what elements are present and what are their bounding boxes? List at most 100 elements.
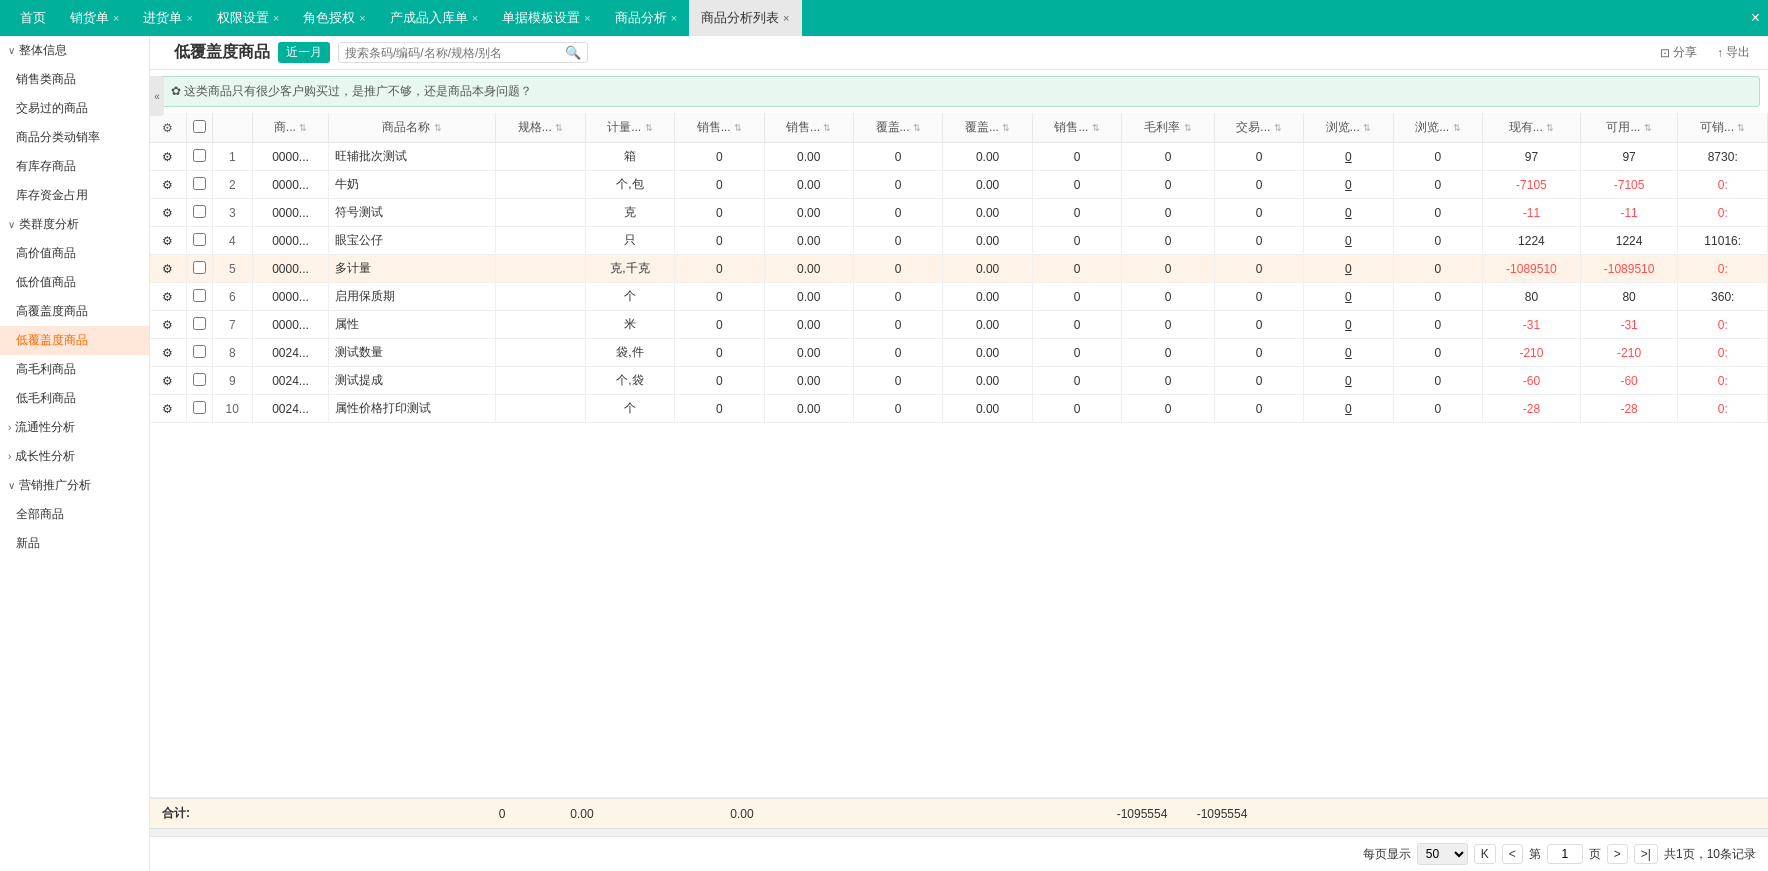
sidebar-item-traded-goods[interactable]: 交易过的商品 [0, 94, 149, 123]
row-checkbox[interactable] [193, 233, 206, 246]
horizontal-scrollbar[interactable] [150, 828, 1768, 836]
nav-item-template[interactable]: 单据模板设置 × [490, 0, 602, 36]
settings-cell[interactable]: ⚙ [150, 283, 186, 311]
browse1-cell[interactable]: 0 [1304, 255, 1393, 283]
settings-cell[interactable]: ⚙ [150, 143, 186, 171]
sidebar-section-cluster[interactable]: ∨ 类群度分析 [0, 210, 149, 239]
sidebar-section-growth[interactable]: › 成长性分析 [0, 442, 149, 471]
browse1-cell[interactable]: 0 [1304, 199, 1393, 227]
settings-cell[interactable]: ⚙ [150, 227, 186, 255]
col-cover2[interactable]: 覆盖... ⇅ [943, 113, 1032, 143]
col-available[interactable]: 可用... ⇅ [1580, 113, 1678, 143]
close-icon[interactable]: × [273, 12, 279, 24]
col-trade[interactable]: 交易... ⇅ [1214, 113, 1303, 143]
table-container[interactable]: ⚙ 商... ⇅ 商品名称 ⇅ 规格... ⇅ 计量... ⇅ 销售... ⇅ … [150, 113, 1768, 797]
browse1-cell[interactable]: 0 [1304, 143, 1393, 171]
col-sales3[interactable]: 销售... ⇅ [1032, 113, 1121, 143]
checkbox-cell[interactable] [186, 367, 212, 395]
search-icon[interactable]: 🔍 [565, 45, 581, 60]
checkbox-cell[interactable] [186, 283, 212, 311]
close-icon[interactable]: × [113, 12, 119, 24]
last-page-button[interactable]: >| [1634, 844, 1658, 864]
sidebar-item-all-goods[interactable]: 全部商品 [0, 500, 149, 529]
close-icon[interactable]: × [671, 12, 677, 24]
col-browse1[interactable]: 浏览... ⇅ [1304, 113, 1393, 143]
sidebar-item-category-rate[interactable]: 商品分类动销率 [0, 123, 149, 152]
col-code[interactable]: 商... ⇅ [252, 113, 328, 143]
row-checkbox[interactable] [193, 261, 206, 274]
checkbox-cell[interactable] [186, 199, 212, 227]
browse1-cell[interactable]: 0 [1304, 283, 1393, 311]
nav-item-goods-analysis-list[interactable]: 商品分析列表 × [689, 0, 801, 36]
sidebar-item-sales-goods[interactable]: 销售类商品 [0, 65, 149, 94]
search-input[interactable] [345, 46, 565, 60]
browse1-cell[interactable]: 0 [1304, 311, 1393, 339]
select-all-checkbox[interactable] [193, 120, 206, 133]
sidebar-item-capital-usage[interactable]: 库存资金占用 [0, 181, 149, 210]
window-close-button[interactable]: × [1751, 9, 1760, 27]
row-checkbox[interactable] [193, 289, 206, 302]
checkbox-column-header[interactable] [186, 113, 212, 143]
page-number-input[interactable] [1547, 844, 1583, 864]
settings-cell[interactable]: ⚙ [150, 339, 186, 367]
nav-item-role[interactable]: 角色授权 × [291, 0, 377, 36]
browse1-cell[interactable]: 0 [1304, 339, 1393, 367]
settings-cell[interactable]: ⚙ [150, 367, 186, 395]
settings-cell[interactable]: ⚙ [150, 171, 186, 199]
first-page-button[interactable]: K [1474, 844, 1496, 864]
row-checkbox[interactable] [193, 205, 206, 218]
prev-page-button[interactable]: < [1502, 844, 1523, 864]
browse1-cell[interactable]: 0 [1304, 367, 1393, 395]
col-saleable[interactable]: 可销... ⇅ [1678, 113, 1768, 143]
sidebar-item-high-value[interactable]: 高价值商品 [0, 239, 149, 268]
time-filter-button[interactable]: 近一月 [278, 42, 330, 63]
col-name[interactable]: 商品名称 ⇅ [329, 113, 496, 143]
close-icon[interactable]: × [472, 12, 478, 24]
browse1-cell[interactable]: 0 [1304, 227, 1393, 255]
col-browse2[interactable]: 浏览... ⇅ [1393, 113, 1482, 143]
nav-item-goods-analysis[interactable]: 商品分析 × [603, 0, 689, 36]
settings-cell[interactable]: ⚙ [150, 395, 186, 423]
row-checkbox[interactable] [193, 317, 206, 330]
sidebar-item-low-coverage[interactable]: 低覆盖度商品 [0, 326, 149, 355]
browse1-cell[interactable]: 0 [1304, 171, 1393, 199]
col-sales-qty[interactable]: 销售... ⇅ [675, 113, 764, 143]
sidebar-section-overall[interactable]: ∨ 整体信息 [0, 36, 149, 65]
sidebar-item-high-margin[interactable]: 高毛利商品 [0, 355, 149, 384]
sidebar-item-inventory-goods[interactable]: 有库存商品 [0, 152, 149, 181]
nav-item-home[interactable]: 首页 [8, 0, 58, 36]
sidebar-section-circulation[interactable]: › 流通性分析 [0, 413, 149, 442]
row-checkbox[interactable] [193, 373, 206, 386]
col-cover1[interactable]: 覆盖... ⇅ [853, 113, 942, 143]
browse1-cell[interactable]: 0 [1304, 395, 1393, 423]
checkbox-cell[interactable] [186, 311, 212, 339]
close-icon[interactable]: × [584, 12, 590, 24]
checkbox-cell[interactable] [186, 171, 212, 199]
col-gross-rate[interactable]: 毛利率 ⇅ [1122, 113, 1215, 143]
row-checkbox[interactable] [193, 401, 206, 414]
per-page-select[interactable]: 50 10 20 100 [1417, 843, 1468, 865]
next-page-button[interactable]: > [1607, 844, 1628, 864]
col-unit[interactable]: 计量... ⇅ [585, 113, 674, 143]
nav-item-permission[interactable]: 权限设置 × [205, 0, 291, 36]
nav-item-product-warehouse[interactable]: 产成品入库单 × [378, 0, 490, 36]
sidebar-item-low-margin[interactable]: 低毛利商品 [0, 384, 149, 413]
checkbox-cell[interactable] [186, 395, 212, 423]
sidebar-item-low-value[interactable]: 低价值商品 [0, 268, 149, 297]
row-checkbox[interactable] [193, 345, 206, 358]
checkbox-cell[interactable] [186, 255, 212, 283]
sidebar-collapse-button[interactable]: « [150, 76, 164, 116]
checkbox-cell[interactable] [186, 227, 212, 255]
settings-column-header[interactable]: ⚙ [150, 113, 186, 143]
nav-item-purchase[interactable]: 进货单 × [131, 0, 204, 36]
sidebar-item-high-coverage[interactable]: 高覆盖度商品 [0, 297, 149, 326]
row-checkbox[interactable] [193, 177, 206, 190]
close-icon[interactable]: × [783, 12, 789, 24]
close-icon[interactable]: × [359, 12, 365, 24]
close-icon[interactable]: × [186, 12, 192, 24]
col-current[interactable]: 现有... ⇅ [1483, 113, 1581, 143]
nav-item-sales[interactable]: 销货单 × [58, 0, 131, 36]
sidebar-section-marketing[interactable]: ∨ 营销推广分析 [0, 471, 149, 500]
share-button[interactable]: ⊡ 分享 [1654, 42, 1703, 63]
checkbox-cell[interactable] [186, 143, 212, 171]
